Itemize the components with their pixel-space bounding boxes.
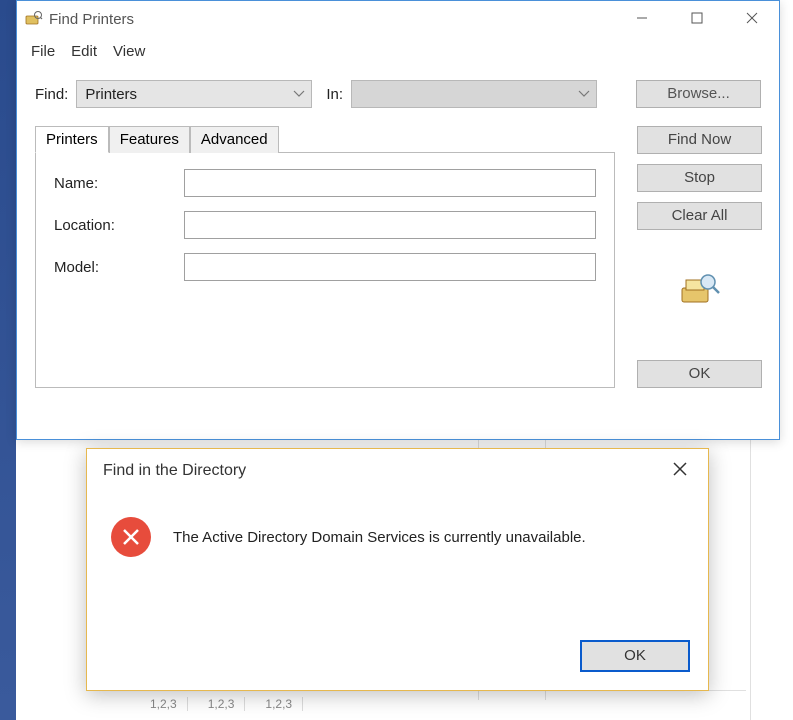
tab-advanced[interactable]: Advanced bbox=[190, 126, 279, 153]
model-input[interactable] bbox=[184, 253, 596, 281]
browse-button[interactable]: Browse... bbox=[636, 80, 761, 108]
background-sidebar bbox=[0, 0, 16, 720]
tab-panel: Name: Location: Model: bbox=[35, 152, 615, 388]
search-printer-icon bbox=[678, 270, 722, 310]
chevron-down-icon bbox=[293, 90, 305, 98]
find-now-button[interactable]: Find Now bbox=[637, 126, 762, 154]
clear-all-button[interactable]: Clear All bbox=[637, 202, 762, 230]
find-dropdown[interactable]: Printers bbox=[76, 80, 312, 108]
find-label: Find: bbox=[35, 86, 68, 103]
location-label: Location: bbox=[54, 217, 184, 234]
close-button[interactable] bbox=[724, 1, 779, 35]
in-dropdown[interactable] bbox=[351, 80, 597, 108]
error-icon bbox=[111, 517, 151, 557]
name-label: Name: bbox=[54, 175, 184, 192]
name-input[interactable] bbox=[184, 169, 596, 197]
find-printers-icon bbox=[25, 10, 43, 28]
tab-features[interactable]: Features bbox=[109, 126, 190, 153]
bg-row-values: 1,2,3 1,2,3 1,2,3 bbox=[140, 697, 303, 711]
minimize-button[interactable] bbox=[614, 1, 669, 35]
error-dialog: Find in the Directory The Active Directo… bbox=[86, 448, 709, 691]
dialog-close-button[interactable] bbox=[672, 461, 692, 481]
stop-button[interactable]: Stop bbox=[637, 164, 762, 192]
in-label: In: bbox=[326, 86, 343, 103]
maximize-button[interactable] bbox=[669, 1, 724, 35]
dialog-ok-button[interactable]: OK bbox=[580, 640, 690, 672]
titlebar[interactable]: Find Printers bbox=[17, 1, 779, 37]
location-input[interactable] bbox=[184, 211, 596, 239]
find-dropdown-value: Printers bbox=[85, 86, 137, 103]
ok-button[interactable]: OK bbox=[637, 360, 762, 388]
tabs: Printers Features Advanced bbox=[35, 126, 615, 153]
menu-file[interactable]: File bbox=[25, 41, 61, 62]
chevron-down-icon bbox=[578, 90, 590, 98]
menu-view[interactable]: View bbox=[107, 41, 151, 62]
menu-edit[interactable]: Edit bbox=[65, 41, 103, 62]
find-printers-window: Find Printers File Edit View Find: Print… bbox=[16, 0, 780, 440]
window-title: Find Printers bbox=[49, 11, 134, 28]
dialog-title: Find in the Directory bbox=[103, 462, 246, 480]
menubar: File Edit View bbox=[17, 37, 779, 66]
dialog-message: The Active Directory Domain Services is … bbox=[173, 529, 586, 546]
model-label: Model: bbox=[54, 259, 184, 276]
tab-printers[interactable]: Printers bbox=[35, 126, 109, 153]
